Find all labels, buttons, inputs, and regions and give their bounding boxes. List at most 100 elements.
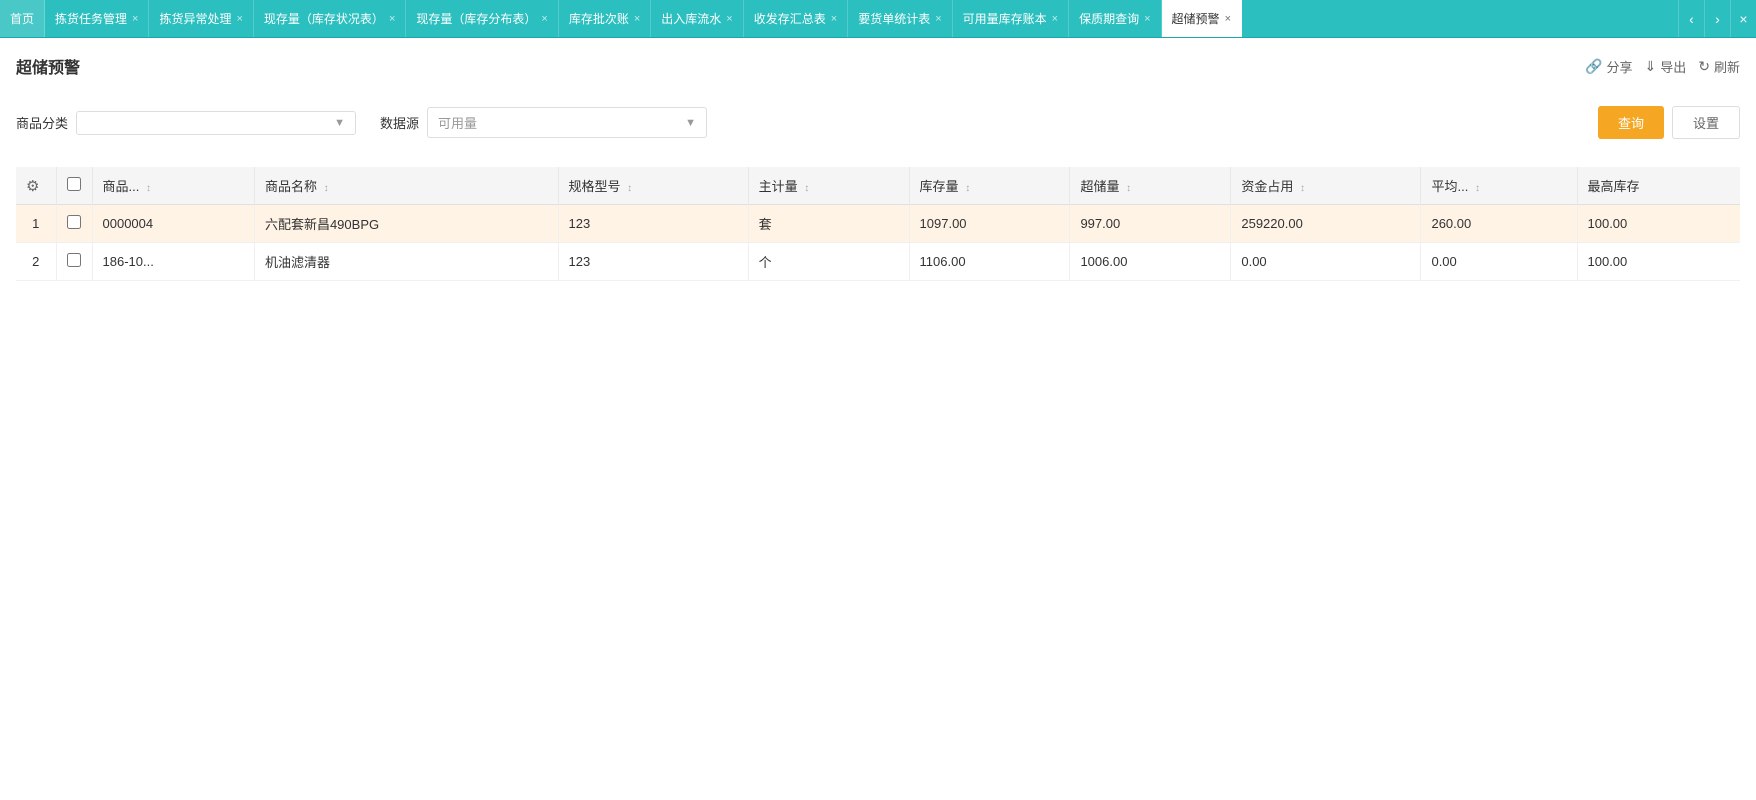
max-inventory-2: 100.00: [1577, 243, 1740, 281]
nav-tab-abnormal[interactable]: 拣货异常处理 ×: [149, 0, 253, 38]
nav-arrows-container: ‹ › ×: [1678, 0, 1756, 38]
data-table: ⚙ 商品... ↕ 商品名称 ↕ 规格型号 ↕ 主计量: [16, 167, 1740, 281]
close-tab-overstock-warning[interactable]: ×: [1225, 13, 1231, 25]
sort-inventory-icon: ↕: [965, 183, 970, 194]
column-header-unit[interactable]: 主计量 ↕: [748, 167, 909, 205]
nav-tab-inout-flow[interactable]: 出入库流水 ×: [651, 0, 743, 38]
category-select[interactable]: ▼: [76, 111, 356, 135]
nav-tab-inventory-status[interactable]: 现存量（库存状况表） ×: [254, 0, 406, 38]
nav-tab-available-account[interactable]: 可用量库存账本 ×: [953, 0, 1069, 38]
product-code-1: 0000004: [92, 205, 254, 243]
close-tab-inventory-dist[interactable]: ×: [541, 13, 547, 25]
close-tab-order-stats[interactable]: ×: [935, 13, 941, 25]
nav-next-button[interactable]: ›: [1704, 0, 1730, 38]
page-title: 超储预警: [16, 54, 80, 78]
close-tab-batch-account[interactable]: ×: [634, 13, 640, 25]
sort-product-name-icon: ↕: [324, 183, 329, 194]
header-actions: 🔗 分享 ⇓ 导出 ↻ 刷新: [1585, 57, 1740, 76]
export-button[interactable]: ⇓ 导出: [1645, 57, 1687, 76]
column-header-product-name[interactable]: 商品名称 ↕: [254, 167, 558, 205]
nav-tab-home[interactable]: 首页: [0, 0, 45, 38]
close-tab-task-mgmt[interactable]: ×: [132, 13, 138, 25]
datasource-filter: 数据源 可用量 ▼: [380, 107, 707, 138]
close-tab-abnormal[interactable]: ×: [236, 13, 242, 25]
nav-prev-button[interactable]: ‹: [1678, 0, 1704, 38]
table-row: 2 186-10... 机油滤清器 123 个 1106.00 1006.00 …: [16, 243, 1740, 281]
row-select-2[interactable]: [67, 253, 81, 267]
table-row: 1 0000004 六配套新昌490BPG 123 套 1097.00 997.…: [16, 205, 1740, 243]
column-header-overstock[interactable]: 超储量 ↕: [1070, 167, 1231, 205]
page-header: 超储预警 🔗 分享 ⇓ 导出 ↻ 刷新: [16, 54, 1740, 78]
nav-tab-quality-check[interactable]: 保质期查询 ×: [1069, 0, 1161, 38]
product-code-2: 186-10...: [92, 243, 254, 281]
category-filter: 商品分类 ▼: [16, 111, 356, 135]
product-name-2: 机油滤清器: [254, 243, 558, 281]
unit-2: 个: [748, 243, 909, 281]
datasource-select-value: 可用量: [438, 113, 477, 132]
sort-unit-icon: ↕: [804, 183, 809, 194]
nav-close-button[interactable]: ×: [1730, 0, 1756, 38]
inventory-2: 1106.00: [909, 243, 1070, 281]
share-icon: 🔗: [1585, 58, 1602, 75]
close-tab-inout-flow[interactable]: ×: [726, 13, 732, 25]
close-tab-available-account[interactable]: ×: [1052, 13, 1058, 25]
sort-avg-icon: ↕: [1475, 183, 1480, 194]
product-name-1: 六配套新昌490BPG: [254, 205, 558, 243]
sort-overstock-icon: ↕: [1126, 183, 1131, 194]
capital-2: 0.00: [1231, 243, 1421, 281]
row-checkbox-2[interactable]: [56, 243, 92, 281]
row-checkbox-1[interactable]: [56, 205, 92, 243]
datasource-dropdown-icon: ▼: [685, 117, 696, 129]
row-select-1[interactable]: [67, 215, 81, 229]
nav-tab-order-stats[interactable]: 要货单统计表 ×: [848, 0, 952, 38]
column-header-product-code[interactable]: 商品... ↕: [92, 167, 254, 205]
refresh-button[interactable]: ↻ 刷新: [1698, 57, 1740, 76]
page-container: 超储预警 🔗 分享 ⇓ 导出 ↻ 刷新 商品分类 ▼ 数据源: [0, 38, 1756, 800]
select-all-checkbox[interactable]: [67, 177, 81, 191]
column-header-spec[interactable]: 规格型号 ↕: [558, 167, 748, 205]
spec-2: 123: [558, 243, 748, 281]
datasource-label: 数据源: [380, 113, 419, 132]
export-icon: ⇓: [1645, 58, 1657, 75]
nav-tab-batch-account[interactable]: 库存批次账 ×: [559, 0, 651, 38]
filter-row: 商品分类 ▼ 数据源 可用量 ▼ 查询 设置: [16, 94, 1740, 151]
query-button[interactable]: 查询: [1598, 106, 1664, 139]
column-header-inventory[interactable]: 库存量 ↕: [909, 167, 1070, 205]
capital-1: 259220.00: [1231, 205, 1421, 243]
top-navigation: 首页 拣货任务管理 × 拣货异常处理 × 现存量（库存状况表） × 现存量（库存…: [0, 0, 1756, 38]
max-inventory-1: 100.00: [1577, 205, 1740, 243]
gear-icon[interactable]: ⚙: [26, 178, 39, 195]
category-dropdown-icon: ▼: [334, 117, 345, 129]
unit-1: 套: [748, 205, 909, 243]
nav-tab-overstock-warning[interactable]: 超储预警 ×: [1162, 0, 1242, 38]
column-header-avg[interactable]: 平均... ↕: [1421, 167, 1577, 205]
close-tab-quality-check[interactable]: ×: [1144, 13, 1150, 25]
category-label: 商品分类: [16, 113, 68, 132]
column-header-max-inventory[interactable]: 最高库存: [1577, 167, 1740, 205]
settings-button[interactable]: 设置: [1672, 106, 1740, 139]
avg-2: 0.00: [1421, 243, 1577, 281]
sort-product-code-icon: ↕: [146, 183, 151, 194]
datasource-select[interactable]: 可用量 ▼: [427, 107, 707, 138]
refresh-icon: ↻: [1698, 58, 1710, 75]
column-header-gear[interactable]: ⚙: [16, 167, 56, 205]
row-num-2: 2: [16, 243, 56, 281]
nav-tab-recv-summary[interactable]: 收发存汇总表 ×: [744, 0, 848, 38]
nav-tab-inventory-dist[interactable]: 现存量（库存分布表） ×: [406, 0, 558, 38]
close-tab-inventory-status[interactable]: ×: [389, 13, 395, 25]
row-num-1: 1: [16, 205, 56, 243]
share-button[interactable]: 🔗 分享: [1585, 57, 1632, 76]
overstock-2: 1006.00: [1070, 243, 1231, 281]
filter-buttons: 查询 设置: [1598, 106, 1740, 139]
spec-1: 123: [558, 205, 748, 243]
column-header-capital[interactable]: 资金占用 ↕: [1231, 167, 1421, 205]
overstock-1: 997.00: [1070, 205, 1231, 243]
sort-capital-icon: ↕: [1300, 183, 1305, 194]
nav-tab-task-mgmt[interactable]: 拣货任务管理 ×: [45, 0, 149, 38]
table-header-row: ⚙ 商品... ↕ 商品名称 ↕ 规格型号 ↕ 主计量: [16, 167, 1740, 205]
avg-1: 260.00: [1421, 205, 1577, 243]
column-header-checkbox[interactable]: [56, 167, 92, 205]
close-tab-recv-summary[interactable]: ×: [831, 13, 837, 25]
inventory-1: 1097.00: [909, 205, 1070, 243]
sort-spec-icon: ↕: [627, 183, 632, 194]
